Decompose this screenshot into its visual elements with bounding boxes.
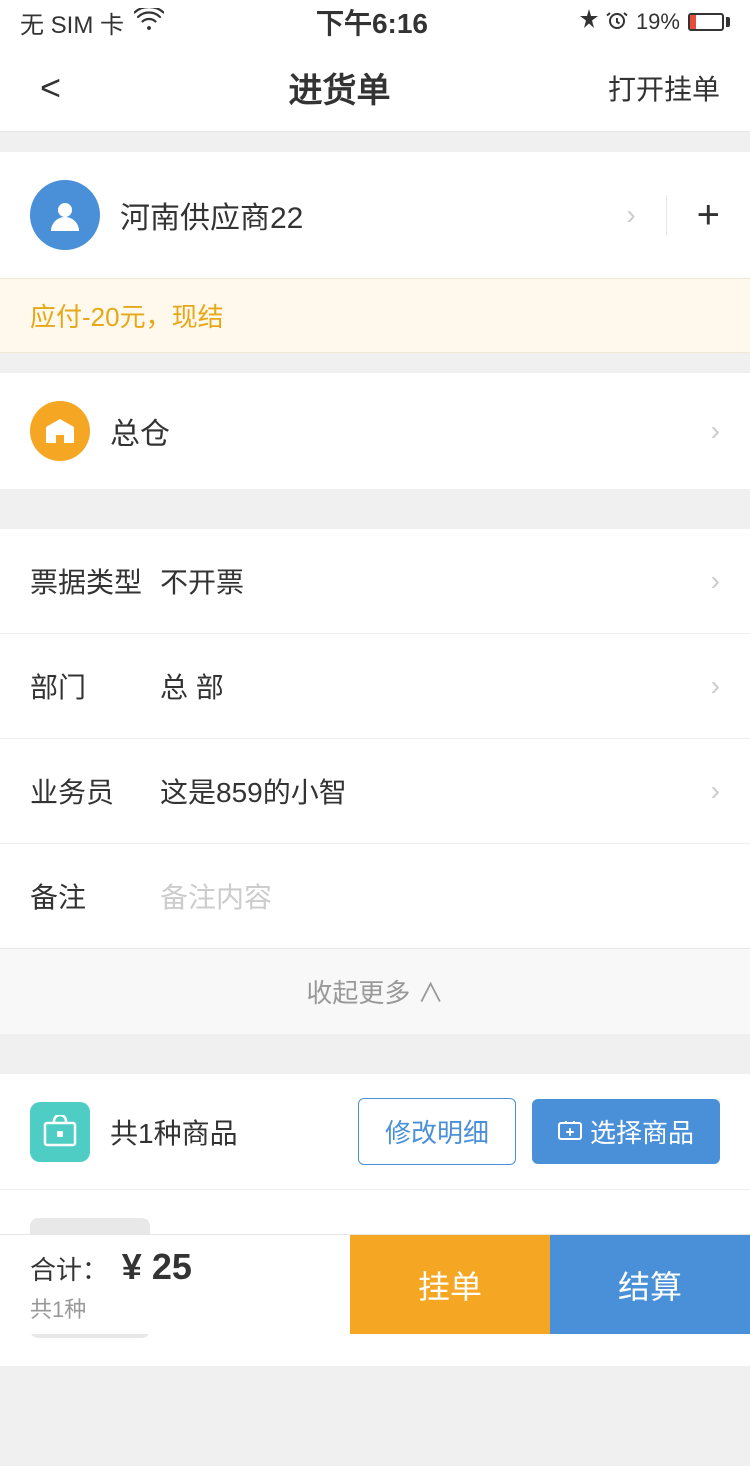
salesperson-value: 这是859的小智 xyxy=(150,771,711,811)
department-value: 总 部 xyxy=(150,666,711,706)
product-header: 共1种商品 修改明细 选择商品 xyxy=(0,1074,750,1190)
warehouse-chevron-icon: › xyxy=(711,415,720,447)
gps-icon xyxy=(580,9,598,35)
status-bar: 无 SIM 卡 下午6:16 19% xyxy=(0,0,750,44)
invoice-type-label: 票据类型 xyxy=(30,561,150,601)
carrier-text: 无 SIM 卡 xyxy=(20,5,124,40)
supplier-name: 河南供应商22 xyxy=(120,193,626,237)
collapse-label: 收起更多 ∧ xyxy=(306,978,443,1008)
total-amount: ¥ 25 xyxy=(122,1246,192,1287)
edit-detail-button[interactable]: 修改明细 xyxy=(358,1098,516,1165)
select-product-button[interactable]: 选择商品 xyxy=(532,1099,720,1164)
battery-icon xyxy=(688,13,730,31)
hang-button[interactable]: 挂单 xyxy=(350,1235,550,1334)
salesperson-chevron-icon: › xyxy=(711,775,720,807)
warehouse-name: 总仓 xyxy=(110,409,711,453)
notice-bar: 应付-20元，现结 xyxy=(0,278,750,353)
open-hang-button[interactable]: 打开挂单 xyxy=(608,68,720,108)
collapse-bar[interactable]: 收起更多 ∧ xyxy=(0,948,750,1034)
add-supplier-button[interactable]: + xyxy=(697,193,720,238)
bottom-bar: 合计： ¥ 25 共1种 挂单 结算 xyxy=(0,1234,750,1334)
supplier-chevron-icon: › xyxy=(626,199,635,231)
notice-text: 应付-20元，现结 xyxy=(30,302,224,332)
product-count-label: 共1种商品 xyxy=(110,1112,358,1152)
section-divider-4 xyxy=(0,1034,750,1054)
section-divider-1 xyxy=(0,132,750,152)
invoice-type-row[interactable]: 票据类型 不开票 › xyxy=(0,529,750,634)
warehouse-icon xyxy=(30,401,90,461)
remark-row[interactable]: 备注 备注内容 xyxy=(0,844,750,948)
supplier-avatar xyxy=(30,180,100,250)
nav-bar: < 进货单 打开挂单 xyxy=(0,44,750,132)
settle-button[interactable]: 结算 xyxy=(550,1235,750,1334)
total-area: 合计： ¥ 25 共1种 xyxy=(0,1246,350,1324)
invoice-type-chevron-icon: › xyxy=(711,565,720,597)
status-time: 下午6:16 xyxy=(316,2,428,42)
warehouse-section[interactable]: 总仓 › xyxy=(0,373,750,489)
salesperson-row[interactable]: 业务员 这是859的小智 › xyxy=(0,739,750,844)
back-button[interactable]: < xyxy=(30,57,71,119)
invoice-type-value: 不开票 xyxy=(150,561,711,601)
warehouse-row[interactable]: 总仓 › xyxy=(0,373,750,489)
department-chevron-icon: › xyxy=(711,670,720,702)
supplier-section: 河南供应商22 › + 应付-20元，现结 xyxy=(0,152,750,353)
spacer-bottom xyxy=(0,1366,750,1466)
section-divider-3 xyxy=(0,489,750,509)
remark-label: 备注 xyxy=(30,876,150,916)
status-left: 无 SIM 卡 xyxy=(20,5,164,40)
total-label: 合计： xyxy=(30,1255,108,1285)
total-count: 共1种 xyxy=(30,1292,320,1324)
department-row[interactable]: 部门 总 部 › xyxy=(0,634,750,739)
department-label: 部门 xyxy=(30,666,150,706)
salesperson-label: 业务员 xyxy=(30,771,150,811)
page-title: 进货单 xyxy=(289,63,391,112)
section-divider-2 xyxy=(0,353,750,373)
battery-percent: 19% xyxy=(636,9,680,35)
status-right: 19% xyxy=(580,8,730,36)
form-section: 票据类型 不开票 › 部门 总 部 › 业务员 这是859的小智 › 备注 备注… xyxy=(0,529,750,948)
supplier-row[interactable]: 河南供应商22 › + xyxy=(0,152,750,278)
remark-placeholder: 备注内容 xyxy=(150,876,720,916)
wifi-icon xyxy=(134,8,164,37)
alarm-icon xyxy=(606,8,628,36)
supplier-divider xyxy=(666,195,667,235)
select-product-label: 选择商品 xyxy=(590,1113,694,1150)
product-section-icon xyxy=(30,1102,90,1162)
